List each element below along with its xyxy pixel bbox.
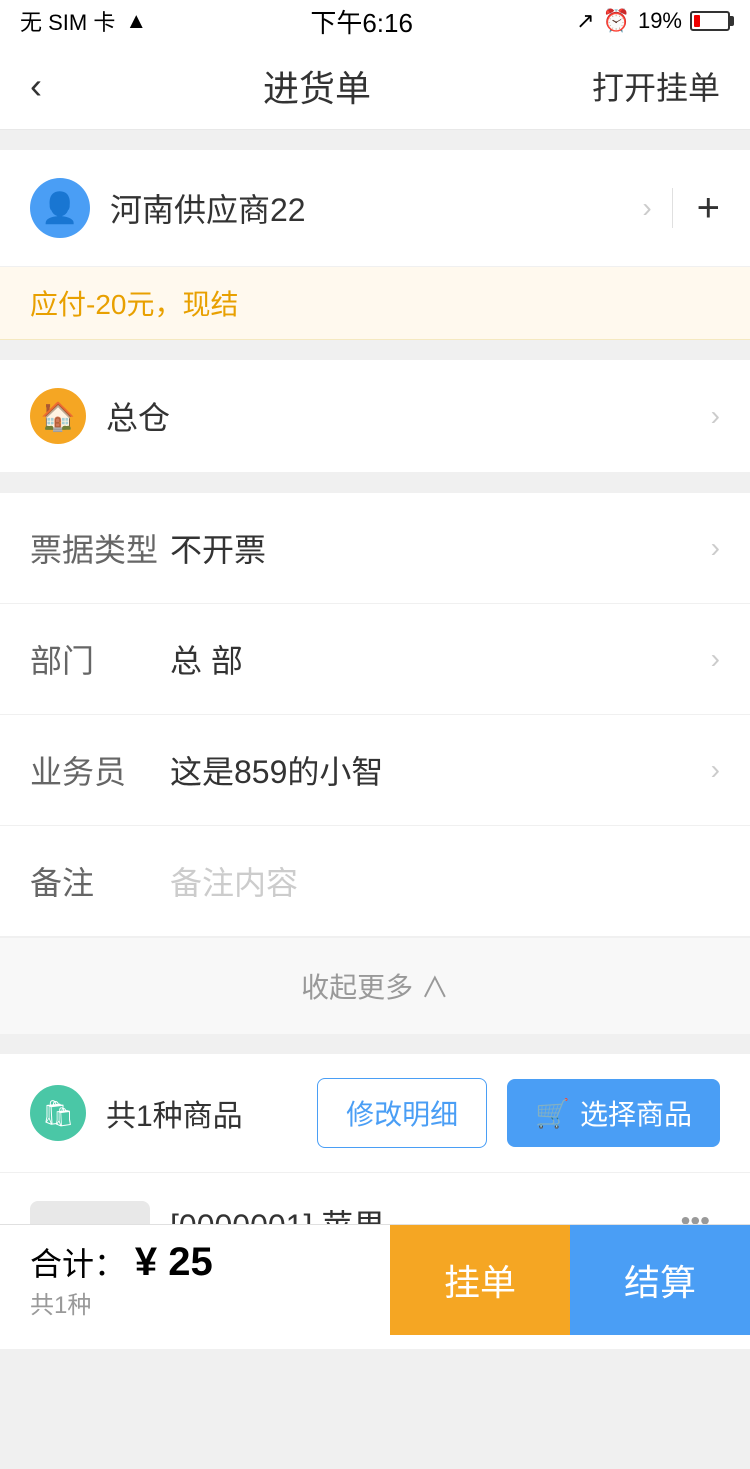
bag-icon: 🛍: [41, 1098, 74, 1129]
remark-row[interactable]: 备注 备注内容: [0, 826, 750, 937]
warehouse-chevron-icon: ›: [711, 400, 720, 432]
warehouse-icon: 🏠: [30, 388, 86, 444]
status-carrier: 无 SIM 卡 ▲: [20, 5, 147, 37]
avatar-icon: 👤: [41, 191, 78, 226]
page-title: 进货单: [263, 60, 371, 112]
supplier-avatar: 👤: [30, 178, 90, 238]
total-section: 合计： ¥ 25 共1种: [0, 1239, 390, 1320]
supplier-card: 👤 河南供应商22 › + 应付-20元，现结: [0, 150, 750, 340]
carrier-text: 无 SIM 卡: [20, 5, 115, 37]
bottom-bar: 合计： ¥ 25 共1种 挂单 结算: [0, 1224, 750, 1334]
back-button[interactable]: ‹: [30, 65, 42, 107]
remark-input[interactable]: 备注内容: [170, 858, 720, 904]
house-icon: 🏠: [41, 400, 76, 433]
total-label: 合计：: [30, 1246, 126, 1282]
invoice-label: 票据类型: [30, 525, 170, 571]
alarm-icon: ⏰: [603, 8, 630, 34]
product-header: 🛍 共1种商品 修改明细 🛒 选择商品: [0, 1054, 750, 1172]
status-time: 下午6:16: [310, 3, 413, 40]
notice-bar: 应付-20元，现结: [0, 267, 750, 340]
battery-icon: [690, 11, 730, 31]
dept-chevron-icon: ›: [711, 643, 720, 675]
collapse-button[interactable]: 收起更多 ∧: [0, 937, 750, 1034]
select-product-button[interactable]: 🛒 选择商品: [507, 1079, 720, 1147]
supplier-name: 河南供应商22: [110, 185, 642, 231]
battery-percent: 19%: [638, 8, 682, 34]
product-count: 共1种商品: [106, 1091, 297, 1135]
sales-label: 业务员: [30, 747, 170, 793]
vertical-divider: [672, 188, 673, 228]
dept-row[interactable]: 部门 总 部 ›: [0, 604, 750, 715]
hang-button[interactable]: 挂单: [390, 1225, 570, 1335]
gap-3: [0, 473, 750, 493]
gap-2: [0, 340, 750, 360]
warehouse-card: 🏠 总仓 ›: [0, 360, 750, 473]
checkout-button[interactable]: 结算: [570, 1225, 750, 1335]
add-supplier-button[interactable]: +: [697, 186, 720, 231]
gap-1: [0, 130, 750, 150]
dept-label: 部门: [30, 636, 170, 682]
location-icon: ↗: [576, 8, 594, 34]
warehouse-row[interactable]: 🏠 总仓 ›: [0, 360, 750, 473]
invoice-value: 不开票: [170, 525, 711, 571]
total-amount: ¥ 25: [135, 1240, 213, 1284]
select-product-label: 选择商品: [580, 1093, 692, 1133]
form-card: 票据类型 不开票 › 部门 总 部 › 业务员 这是859的小智 › 备注 备注…: [0, 493, 750, 1034]
nav-bar: ‹ 进货单 打开挂单: [0, 42, 750, 130]
notice-text: 应付-20元，现结: [30, 289, 238, 320]
warehouse-name: 总仓: [106, 393, 711, 439]
supplier-row[interactable]: 👤 河南供应商22 › +: [0, 150, 750, 267]
cart-add-icon: 🛒: [535, 1097, 570, 1130]
status-bar: 无 SIM 卡 ▲ 下午6:16 ↗ ⏰ 19%: [0, 0, 750, 42]
open-hang-button[interactable]: 打开挂单: [592, 63, 720, 109]
invoice-row[interactable]: 票据类型 不开票 ›: [0, 493, 750, 604]
sales-row[interactable]: 业务员 这是859的小智 ›: [0, 715, 750, 826]
wifi-icon: ▲: [125, 8, 147, 34]
total-row: 合计： ¥ 25: [30, 1239, 360, 1285]
cart-icon: 🛍: [30, 1085, 86, 1141]
invoice-chevron-icon: ›: [711, 532, 720, 564]
remark-label: 备注: [30, 858, 170, 904]
total-count: 共1种: [30, 1285, 360, 1320]
supplier-chevron-icon: ›: [642, 192, 651, 224]
sales-chevron-icon: ›: [711, 754, 720, 786]
sales-value: 这是859的小智: [170, 747, 711, 793]
status-right: ↗ ⏰ 19%: [576, 8, 730, 34]
dept-value: 总 部: [170, 636, 711, 682]
edit-detail-button[interactable]: 修改明细: [317, 1078, 487, 1148]
